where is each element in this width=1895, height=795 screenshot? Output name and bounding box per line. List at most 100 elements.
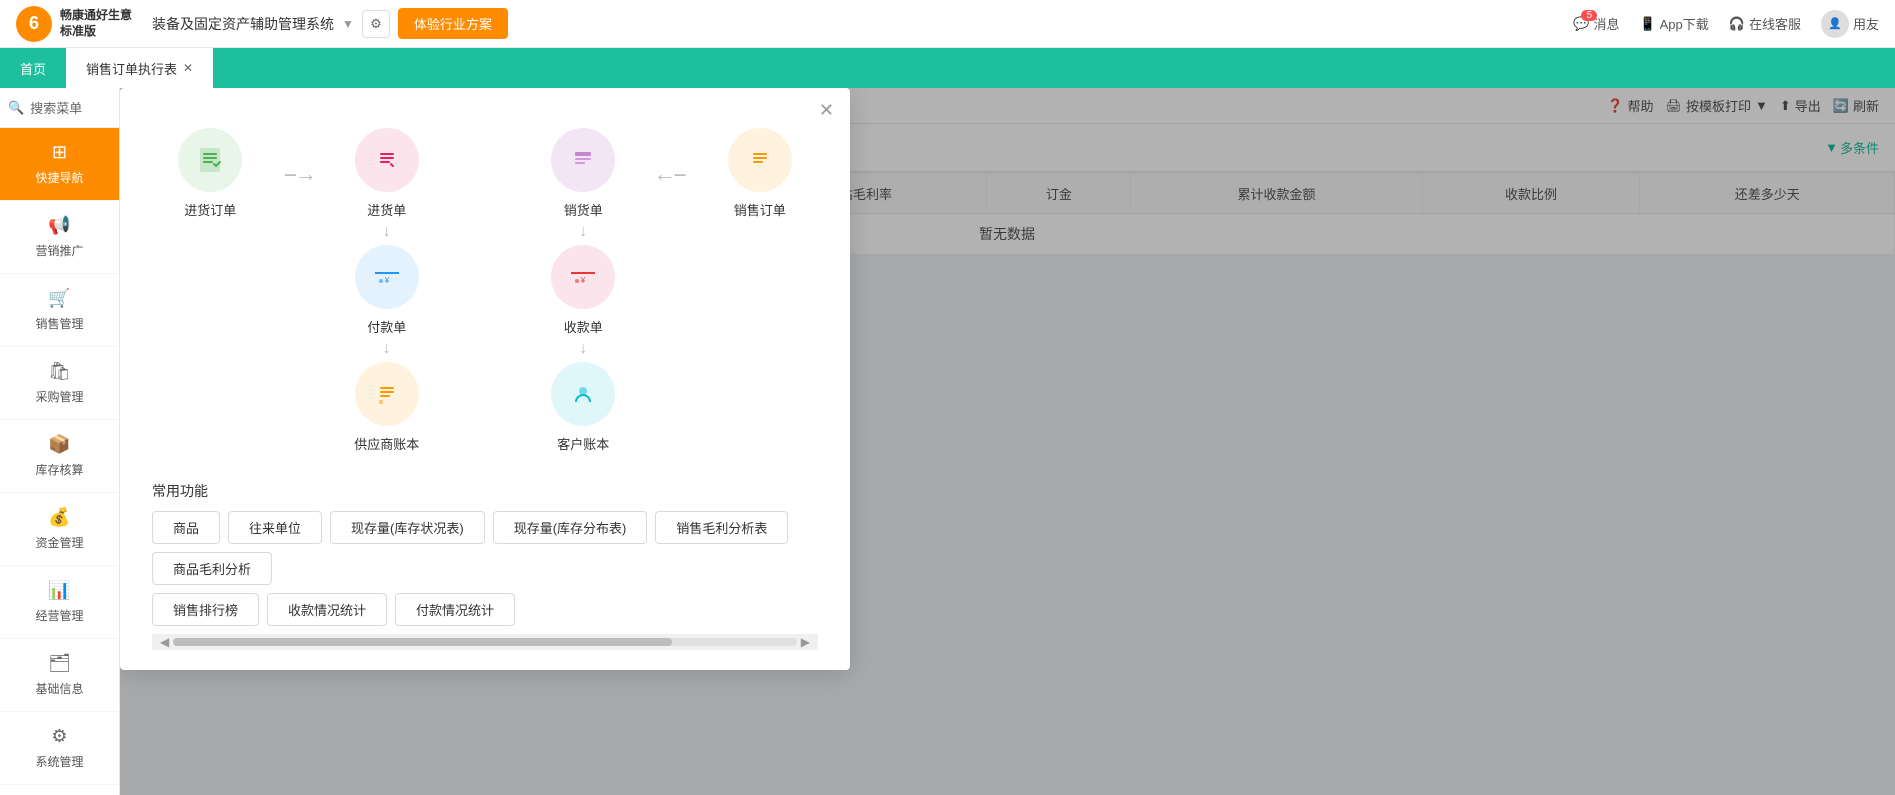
logo-area: 6 畅康通好生意 标准版 — [16, 6, 136, 42]
sidebar-item-purchase[interactable]: 🛍 采购管理 — [0, 347, 119, 420]
system-label: 系统管理 — [35, 753, 83, 770]
arrow-so-to-sb: - - → — [642, 161, 702, 187]
sidebar-item-operations[interactable]: 📊 经营管理 — [0, 566, 119, 639]
tab-home[interactable]: 首页 — [0, 48, 66, 88]
logo-text: 畅康通好生意 标准版 — [60, 8, 132, 39]
avatar: 👤 — [1821, 10, 1849, 38]
btn-supplier[interactable]: 往来单位 — [228, 511, 322, 544]
flow-arrows-down-2: ↓ ↓ — [152, 348, 818, 350]
sidebar: 🔍 搜索菜单 ⊞ 快捷导航 📢 营销推广 🛒 销售管理 🛍 采购管理 📦 库存核… — [0, 88, 120, 795]
logo-char: 6 — [29, 13, 39, 34]
flow-arrows-down: ↓ ↓ — [152, 231, 818, 233]
flow-sales-order[interactable]: 销售订单 — [702, 112, 819, 235]
purchase-order-circle[interactable] — [178, 128, 242, 192]
logo-line1: 畅康通好生意 — [60, 8, 132, 24]
operations-label: 经营管理 — [35, 607, 83, 624]
btn-product[interactable]: 商品 — [152, 511, 220, 544]
flow-customer-ledger[interactable]: 客户账本 — [525, 346, 642, 469]
scroll-right-arrow[interactable]: ▶ — [797, 635, 814, 649]
tab-sales-label: 销售订单执行表 — [86, 59, 177, 78]
flow-sales-bill[interactable]: 销货单 — [525, 112, 642, 235]
finance-icon: 💰 — [48, 507, 70, 528]
modal-close-button[interactable]: ✕ — [819, 100, 834, 121]
app-icon: 📱 — [1639, 16, 1655, 32]
sales-order-circle[interactable] — [728, 128, 792, 192]
message-label: 消息 — [1593, 14, 1619, 33]
sales-bill-label: 销货单 — [564, 200, 603, 219]
customer-ledger-circle[interactable] — [551, 362, 615, 426]
btn-sales-rank[interactable]: 销售排行榜 — [152, 593, 259, 626]
content-area: ❓ 帮助 🖨 按模板打印 ▼ ⬆ 导出 🔄 刷新 📅 单据状态 — [120, 88, 1895, 795]
quick-nav-label: 快捷导航 — [35, 169, 83, 186]
sales-icon: 🛒 — [48, 288, 70, 309]
tab-sales-execution[interactable]: 销售订单执行表 ✕ — [66, 48, 213, 88]
scroll-thumb — [173, 638, 672, 646]
marketing-label: 营销推广 — [35, 242, 83, 259]
header-right: 💬 5 消息 📱 App下载 🎧 在线客服 👤 用友 — [1573, 10, 1879, 38]
system-title: 装备及固定资产辅助管理系统 — [152, 14, 334, 34]
flow-row-2: ¥ 付款单 ¥ 收款单 — [152, 229, 818, 352]
svg-text:¥: ¥ — [384, 276, 390, 285]
purchase-bill-circle[interactable] — [355, 128, 419, 192]
payment-bill-label: 付款单 — [367, 317, 406, 336]
basic-icon: 🗂 — [48, 653, 71, 674]
search-menu[interactable]: 🔍 搜索菜单 — [0, 88, 119, 128]
basic-label: 基础信息 — [35, 680, 83, 697]
function-btns-row2: 销售排行榜 收款情况统计 付款情况统计 — [152, 593, 818, 626]
sidebar-item-enterprise[interactable]: 🤝 企业协同 — [0, 785, 119, 795]
service-icon: 🎧 — [1729, 16, 1745, 32]
flow-payment-bill[interactable]: ¥ 付款单 — [329, 229, 446, 352]
settings-button[interactable]: ⚙ — [362, 10, 390, 38]
payment-bill-circle[interactable]: ¥ — [355, 245, 419, 309]
message-badge: 5 — [1581, 10, 1597, 21]
sidebar-item-basic[interactable]: 🗂 基础信息 — [0, 639, 119, 712]
flow-purchase-bill[interactable]: 进货单 — [329, 112, 446, 235]
inventory-label: 库存核算 — [35, 461, 83, 478]
dropdown-icon[interactable]: ▼ — [342, 17, 354, 31]
trial-button[interactable]: 体验行业方案 — [398, 8, 508, 39]
supplier-ledger-circle[interactable] — [355, 362, 419, 426]
app-download-button[interactable]: 📱 App下载 — [1639, 14, 1708, 33]
btn-sales-gross[interactable]: 销售毛利分析表 — [655, 511, 788, 544]
logo-line2: 标准版 — [60, 24, 132, 40]
tab-close-icon[interactable]: ✕ — [183, 61, 193, 75]
sidebar-item-marketing[interactable]: 📢 营销推广 — [0, 201, 119, 274]
service-button[interactable]: 🎧 在线客服 — [1729, 14, 1801, 33]
btn-stock-dist[interactable]: 现存量(库存分布表) — [493, 511, 648, 544]
flow-receipt-bill[interactable]: ¥ 收款单 — [525, 229, 642, 352]
btn-payment-stats[interactable]: 付款情况统计 — [395, 593, 515, 626]
sidebar-item-system[interactable]: ⚙ 系统管理 — [0, 712, 119, 785]
operations-icon: 📊 — [48, 580, 70, 601]
btn-receipt-stats[interactable]: 收款情况统计 — [267, 593, 387, 626]
modal-overlay: ✕ 进货订单 - - → — [120, 88, 1895, 795]
user-button[interactable]: 👤 用友 — [1821, 10, 1879, 38]
common-functions: 常用功能 商品 往来单位 现存量(库存状况表) 现存量(库存分布表) 销售毛利分… — [152, 481, 818, 626]
system-title-area: 装备及固定资产辅助管理系统 ▼ ⚙ 体验行业方案 — [136, 8, 1573, 39]
logo-icon: 6 — [16, 6, 52, 42]
user-label: 用友 — [1853, 14, 1879, 33]
sales-bill-circle[interactable] — [551, 128, 615, 192]
btn-stock-status[interactable]: 现存量(库存状况表) — [330, 511, 485, 544]
sidebar-item-sales[interactable]: 🛒 销售管理 — [0, 274, 119, 347]
btn-product-gross[interactable]: 商品毛利分析 — [152, 552, 272, 585]
receipt-bill-circle[interactable]: ¥ — [551, 245, 615, 309]
arrow-po-to-pb: - - → — [269, 161, 329, 187]
sidebar-item-finance[interactable]: 💰 资金管理 — [0, 493, 119, 566]
sales-label: 销售管理 — [35, 315, 83, 332]
sales-order-label: 销售订单 — [734, 200, 786, 219]
sidebar-item-inventory[interactable]: 📦 库存核算 — [0, 420, 119, 493]
scroll-left-arrow[interactable]: ◀ — [156, 635, 173, 649]
flow-supplier-ledger[interactable]: 供应商账本 — [329, 346, 446, 469]
flow-purchase-order[interactable]: 进货订单 — [152, 112, 269, 235]
sidebar-item-quick-nav[interactable]: ⊞ 快捷导航 — [0, 128, 119, 201]
search-menu-label: 搜索菜单 — [30, 98, 82, 117]
flow-row-3: 供应商账本 客户账本 — [152, 346, 818, 469]
flow-row-1: 进货订单 - - → 进货单 — [152, 112, 818, 235]
system-icon: ⚙ — [51, 726, 67, 747]
purchase-bill-label: 进货单 — [367, 200, 406, 219]
function-btns-row1: 商品 往来单位 现存量(库存状况表) 现存量(库存分布表) 销售毛利分析表 商品… — [152, 511, 818, 585]
scroll-bar-inner[interactable] — [173, 638, 797, 646]
message-button[interactable]: 💬 5 消息 — [1573, 14, 1619, 33]
finance-label: 资金管理 — [35, 534, 83, 551]
quick-nav-icon: ⊞ — [52, 142, 67, 163]
